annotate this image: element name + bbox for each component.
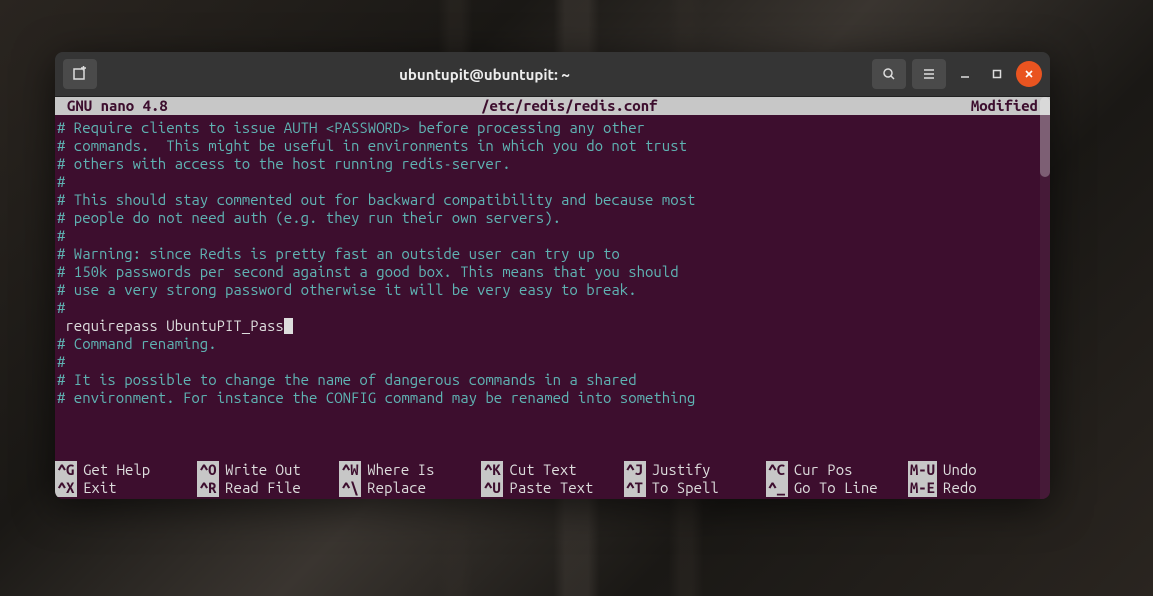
editor-line: # others with access to the host running… [55, 155, 1050, 173]
editor-area[interactable]: # Require clients to issue AUTH <PASSWOR… [55, 115, 1050, 459]
close-button[interactable] [1016, 61, 1042, 87]
shortcut-replace: ^\Replace [339, 479, 481, 497]
editor-line: # Command renaming. [55, 335, 1050, 353]
nano-file-path: /etc/redis/redis.conf [481, 97, 657, 115]
terminal-window: ubuntupit@ubuntupit: ~ [55, 52, 1050, 499]
minimize-button[interactable] [952, 61, 978, 87]
editor-line: # Require clients to issue AUTH <PASSWOR… [55, 119, 1050, 137]
editor-line: # It is possible to change the name of d… [55, 371, 1050, 389]
text-cursor [284, 318, 293, 334]
shortcut-cut-text: ^KCut Text [481, 461, 623, 479]
window-title: ubuntupit@ubuntupit: ~ [103, 66, 866, 83]
editor-line: # use a very strong password otherwise i… [55, 281, 1050, 299]
minimize-icon [960, 69, 970, 79]
shortcut-read-file: ^RRead File [197, 479, 339, 497]
maximize-icon [992, 69, 1002, 79]
editor-line-active: requirepass UbuntuPIT_Pass [55, 317, 1050, 335]
maximize-button[interactable] [984, 61, 1010, 87]
editor-line: # [55, 173, 1050, 191]
editor-line: # commands. This might be useful in envi… [55, 137, 1050, 155]
shortcut-get-help: ^GGet Help [55, 461, 197, 479]
shortcut-where-is: ^WWhere Is [339, 461, 481, 479]
shortcut-write-out: ^OWrite Out [197, 461, 339, 479]
shortcut-undo: M-UUndo [908, 461, 1050, 479]
terminal-body: GNU nano 4.8 /etc/redis/redis.conf Modif… [55, 97, 1050, 499]
scrollbar[interactable] [1040, 97, 1050, 499]
editor-line: # environment. For instance the CONFIG c… [55, 389, 1050, 407]
scrollbar-thumb[interactable] [1040, 97, 1050, 177]
menu-button[interactable] [912, 59, 946, 89]
editor-line: # [55, 227, 1050, 245]
shortcut-cur-pos: ^CCur Pos [766, 461, 908, 479]
shortcut-exit: ^XExit [55, 479, 197, 497]
new-tab-button[interactable] [63, 59, 97, 89]
hamburger-icon [922, 67, 936, 81]
editor-line: # [55, 353, 1050, 371]
nano-status: Modified [971, 97, 1038, 115]
shortcut-redo: M-ERedo [908, 479, 1050, 497]
search-button[interactable] [872, 59, 906, 89]
new-tab-icon [72, 66, 88, 82]
editor-line: # 150k passwords per second against a go… [55, 263, 1050, 281]
shortcut-go-to-line: ^_Go To Line [766, 479, 908, 497]
shortcut-paste-text: ^UPaste Text [481, 479, 623, 497]
close-icon [1024, 69, 1034, 79]
nano-header: GNU nano 4.8 /etc/redis/redis.conf Modif… [55, 97, 1050, 115]
editor-line: # This should stay commented out for bac… [55, 191, 1050, 209]
editor-line: # Warning: since Redis is pretty fast an… [55, 245, 1050, 263]
editor-line: # people do not need auth (e.g. they run… [55, 209, 1050, 227]
nano-app-name: GNU nano 4.8 [67, 97, 168, 115]
window-titlebar: ubuntupit@ubuntupit: ~ [55, 52, 1050, 97]
editor-line: # [55, 299, 1050, 317]
nano-shortcuts: ^GGet Help ^OWrite Out ^WWhere Is ^KCut … [55, 459, 1050, 499]
search-icon [882, 67, 896, 81]
shortcut-justify: ^JJustify [624, 461, 766, 479]
shortcut-to-spell: ^TTo Spell [624, 479, 766, 497]
